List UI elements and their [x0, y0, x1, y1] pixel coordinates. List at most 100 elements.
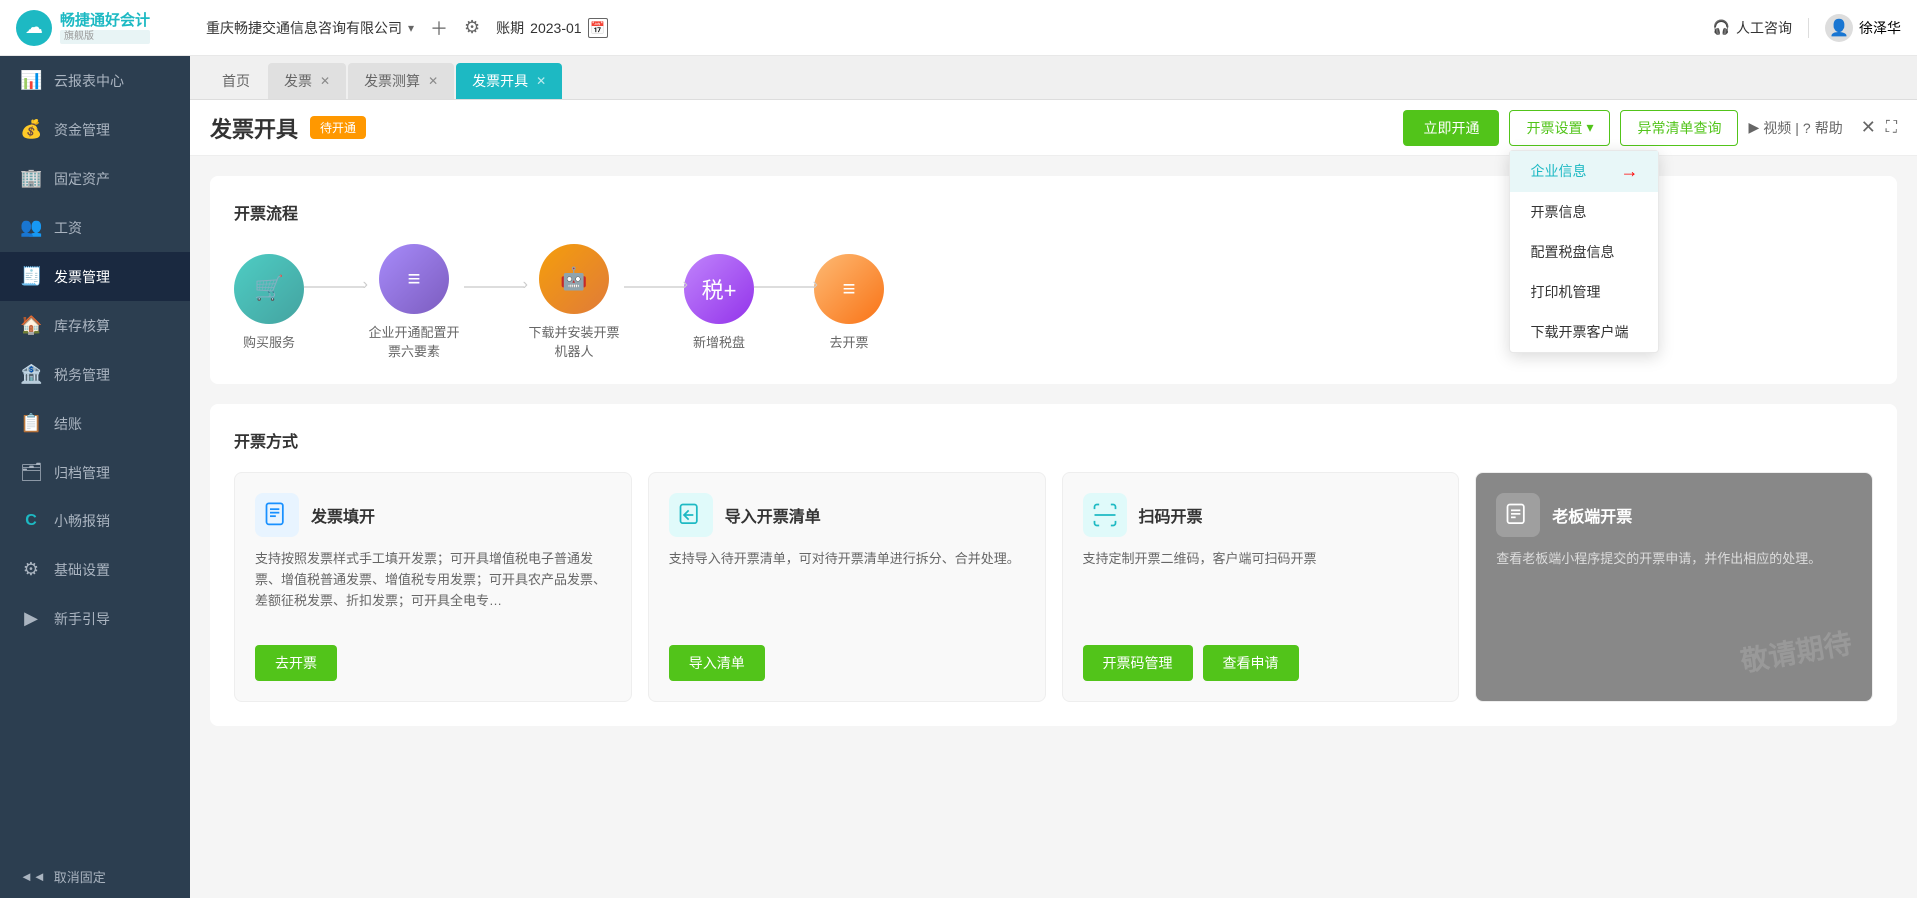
- step-buy-service: 🛒 购买服务: [234, 254, 304, 351]
- add-icon[interactable]: ＋: [430, 15, 448, 41]
- tab-invoice-calc-label: 发票测算: [364, 71, 420, 91]
- sidebar-item-basic[interactable]: ⚙ 基础设置: [0, 545, 190, 594]
- expand-button[interactable]: ⛶: [1886, 119, 1897, 137]
- tab-home-label: 首页: [222, 71, 250, 91]
- settle-icon: 📋: [20, 413, 42, 434]
- content-area: 首页 发票 ✕ 发票测算 ✕ 发票开具 ✕ 发: [190, 56, 1917, 898]
- tab-home[interactable]: 首页: [206, 63, 266, 99]
- tab-invoice-close[interactable]: ✕: [320, 74, 330, 88]
- import-list-btn[interactable]: 导入清单: [669, 645, 765, 681]
- settings-button[interactable]: 开票设置 ▾: [1509, 110, 1610, 146]
- sidebar-item-salary[interactable]: 👥 工资: [0, 203, 190, 252]
- sidebar-item-settle[interactable]: 📋 结账: [0, 399, 190, 448]
- dropdown-item-download-client[interactable]: 下载开票客户端: [1510, 312, 1658, 352]
- toolbar-left: 发票开具 待开通: [210, 112, 1391, 144]
- dropdown-tax-disk-label: 配置税盘信息: [1530, 244, 1614, 260]
- sidebar-item-label: 固定资产: [54, 169, 110, 189]
- dropdown-item-invoice-info[interactable]: 开票信息: [1510, 192, 1658, 232]
- dropdown-printer-label: 打印机管理: [1530, 284, 1600, 300]
- settings-label: 开票设置: [1526, 118, 1582, 138]
- tab-invoice-calc-close[interactable]: ✕: [428, 74, 438, 88]
- activate-button[interactable]: 立即开通: [1403, 110, 1499, 146]
- headset-icon: 🎧: [1713, 19, 1730, 36]
- tab-invoice-issue[interactable]: 发票开具 ✕: [456, 63, 562, 99]
- dropdown-item-tax-disk[interactable]: 配置税盘信息: [1510, 232, 1658, 272]
- consult-button[interactable]: 🎧 人工咨询: [1713, 18, 1792, 38]
- logo-area: ☁ 畅捷通好会计 旗舰版: [16, 10, 206, 46]
- calendar-icon[interactable]: 📅: [588, 18, 608, 38]
- sidebar-item-invoice-mgmt[interactable]: 🧾 发票管理: [0, 252, 190, 301]
- scan-invoice-code-btn[interactable]: 开票码管理: [1083, 645, 1193, 681]
- methods-section: 开票方式: [210, 404, 1897, 726]
- user-name: 徐泽华: [1859, 18, 1901, 38]
- tab-invoice-issue-label: 发票开具: [472, 71, 528, 91]
- gear-icon[interactable]: ⚙: [464, 17, 480, 38]
- sidebar-item-label: 发票管理: [54, 267, 110, 287]
- tab-invoice-calc[interactable]: 发票测算 ✕: [348, 63, 454, 99]
- step-issue-icon: ≡: [814, 254, 884, 324]
- step-buy-icon: 🛒: [234, 254, 304, 324]
- avatar: 👤: [1825, 14, 1853, 42]
- funds-icon: 💰: [20, 119, 42, 140]
- dropdown-item-printer[interactable]: 打印机管理: [1510, 272, 1658, 312]
- sidebar-bottom[interactable]: ◄◄ 取消固定: [0, 855, 190, 898]
- fill-invoice-btns: 去开票: [255, 645, 611, 681]
- play-icon: ▶: [1748, 119, 1759, 136]
- connector-3: [624, 286, 684, 288]
- watermark: 敬请期待: [1737, 622, 1854, 681]
- fill-invoice-desc: 支持按照发票样式手工填开发票；可开具增值税电子普通发票、增值税普通发票、增值税专…: [255, 549, 611, 629]
- step-issue-invoice: ≡ 去开票: [814, 254, 884, 351]
- toolbar-right: 立即开通 开票设置 ▾ 企业信息 →: [1403, 110, 1897, 146]
- settings-dropdown: 企业信息 → 开票信息 配置税盘信息 打印机管理: [1509, 150, 1659, 353]
- exception-button[interactable]: 异常清单查询: [1620, 110, 1738, 146]
- step-robot-label: 下载并安装开票机器人: [524, 322, 624, 360]
- step-buy-label: 购买服务: [243, 332, 295, 351]
- step-robot-icon: 🤖: [539, 244, 609, 314]
- import-list-header: 导入开票清单: [669, 493, 1025, 537]
- separator: [1808, 18, 1809, 38]
- fill-invoice-btn[interactable]: 去开票: [255, 645, 337, 681]
- sidebar-item-label: 资金管理: [54, 120, 110, 140]
- dropdown-item-company-info[interactable]: 企业信息 →: [1510, 151, 1658, 192]
- status-badge: 待开通: [310, 116, 366, 139]
- sidebar-item-assets[interactable]: 🏢 固定资产: [0, 154, 190, 203]
- method-boss-invoice: 老板端开票 查看老板端小程序提交的开票申请，并作出相应的处理。 敬请期待: [1475, 472, 1873, 702]
- user-info[interactable]: 👤 徐泽华: [1825, 14, 1901, 42]
- assets-icon: 🏢: [20, 168, 42, 189]
- settings-chevron-icon: ▾: [1586, 119, 1593, 136]
- settings-btn-wrapper: 开票设置 ▾ 企业信息 → 开票信息: [1509, 110, 1610, 146]
- company-selector[interactable]: 重庆畅捷交通信息咨询有限公司 ▾: [206, 18, 414, 38]
- archive-icon: 🗂: [20, 462, 42, 483]
- step-config-icon: ≡: [379, 244, 449, 314]
- connector-1: [304, 286, 364, 288]
- sidebar-item-archive[interactable]: 🗂 归档管理: [0, 448, 190, 497]
- sidebar-item-report-sales[interactable]: C 小畅报销: [0, 497, 190, 545]
- logo-icon: ☁: [16, 10, 52, 46]
- pin-icon: ◄◄: [20, 869, 46, 884]
- sidebar-item-reports[interactable]: 📊 云报表中心: [0, 56, 190, 105]
- sidebar-item-tax[interactable]: 🏦 税务管理: [0, 350, 190, 399]
- top-bar: ☁ 畅捷通好会计 旗舰版 重庆畅捷交通信息咨询有限公司 ▾ ＋ ⚙ 账期 202…: [0, 0, 1917, 56]
- dropdown-invoice-info-label: 开票信息: [1530, 204, 1586, 220]
- sidebar: 📊 云报表中心 💰 资金管理 🏢 固定资产 👥 工资 🧾 发票管理: [0, 56, 190, 898]
- red-arrow-icon: →: [1620, 161, 1638, 182]
- sidebar-item-inventory[interactable]: 🏠 库存核算: [0, 301, 190, 350]
- page-title-row: 发票开具 待开通: [210, 112, 366, 144]
- invoice-mgmt-icon: 🧾: [20, 266, 42, 287]
- close-page-button[interactable]: ✕: [1861, 117, 1876, 138]
- tab-invoice-issue-close[interactable]: ✕: [536, 74, 546, 88]
- scan-invoice-btns: 开票码管理 查看申请: [1083, 645, 1439, 681]
- period-info: 账期 2023-01 📅: [496, 18, 607, 38]
- tab-invoice[interactable]: 发票 ✕: [268, 63, 346, 99]
- scan-invoice-apply-btn[interactable]: 查看申请: [1203, 645, 1299, 681]
- step-add-tax-disk: 税+ 新增税盘: [684, 254, 754, 351]
- logo-text: 畅捷通好会计 旗舰版: [60, 12, 150, 44]
- methods-grid: 发票填开 支持按照发票样式手工填开发票；可开具增值税电子普通发票、增值税普通发票…: [234, 472, 1873, 702]
- guide-icon: ▶: [20, 608, 42, 629]
- sidebar-item-label: 小畅报销: [54, 511, 110, 531]
- import-list-title: 导入开票清单: [725, 503, 821, 527]
- sidebar-item-guide[interactable]: ▶ 新手引导: [0, 594, 190, 643]
- sidebar-item-label: 税务管理: [54, 365, 110, 385]
- sidebar-item-funds[interactable]: 💰 资金管理: [0, 105, 190, 154]
- fill-invoice-title: 发票填开: [311, 503, 375, 527]
